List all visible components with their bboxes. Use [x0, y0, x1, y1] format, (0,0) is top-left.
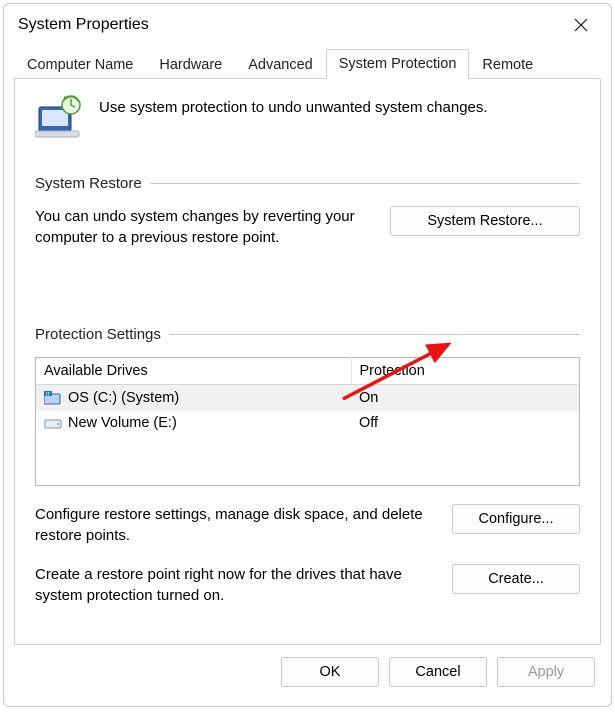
protection-settings-title: Protection Settings	[35, 326, 161, 343]
ok-button[interactable]: OK	[281, 657, 379, 687]
create-button[interactable]: Create...	[452, 564, 580, 594]
table-row[interactable]: OS (C:) (System) On	[36, 385, 580, 411]
tab-advanced[interactable]: Advanced	[235, 50, 326, 79]
divider	[150, 183, 580, 184]
tab-panel: Use system protection to undo unwanted s…	[14, 78, 601, 645]
system-protection-icon	[35, 95, 83, 139]
intro-text: Use system protection to undo unwanted s…	[99, 95, 488, 116]
create-desc: Create a restore point right now for the…	[35, 564, 427, 606]
configure-button[interactable]: Configure...	[452, 504, 580, 534]
system-restore-desc: You can undo system changes by reverting…	[35, 206, 376, 248]
tab-remote[interactable]: Remote	[469, 50, 546, 79]
divider	[169, 334, 580, 335]
drive-name: OS (C:) (System)	[68, 390, 179, 406]
col-available-drives: Available Drives	[36, 358, 352, 385]
dialog-footer: OK Cancel Apply	[4, 645, 611, 701]
close-button[interactable]	[561, 8, 601, 42]
cancel-button[interactable]: Cancel	[389, 657, 487, 687]
close-icon	[574, 18, 588, 32]
table-row[interactable]: New Volume (E:) Off	[36, 411, 580, 486]
tab-hardware[interactable]: Hardware	[146, 50, 235, 79]
apply-button[interactable]: Apply	[497, 657, 595, 687]
tab-computer-name[interactable]: Computer Name	[14, 50, 146, 79]
drive-name: New Volume (E:)	[68, 415, 177, 431]
protection-settings-group: Protection Settings Available Drives Pro…	[35, 326, 580, 606]
drive-protection: Off	[351, 411, 579, 486]
titlebar: System Properties	[4, 4, 611, 46]
drive-volume-icon	[44, 416, 62, 430]
system-restore-button[interactable]: System Restore...	[390, 206, 580, 236]
system-restore-title: System Restore	[35, 175, 142, 192]
drives-table: Available Drives Protection	[35, 357, 580, 486]
col-protection: Protection	[351, 358, 579, 385]
tab-system-protection[interactable]: System Protection	[326, 49, 470, 79]
tabstrip: Computer Name Hardware Advanced System P…	[14, 46, 601, 78]
intro-row: Use system protection to undo unwanted s…	[35, 95, 580, 139]
window-title: System Properties	[18, 16, 561, 34]
system-properties-window: System Properties Computer Name Hardware…	[3, 3, 612, 707]
configure-desc: Configure restore settings, manage disk …	[35, 504, 427, 546]
drive-protection: On	[351, 385, 579, 411]
system-restore-group: System Restore You can undo system chang…	[35, 175, 580, 248]
drive-os-icon	[44, 391, 62, 405]
